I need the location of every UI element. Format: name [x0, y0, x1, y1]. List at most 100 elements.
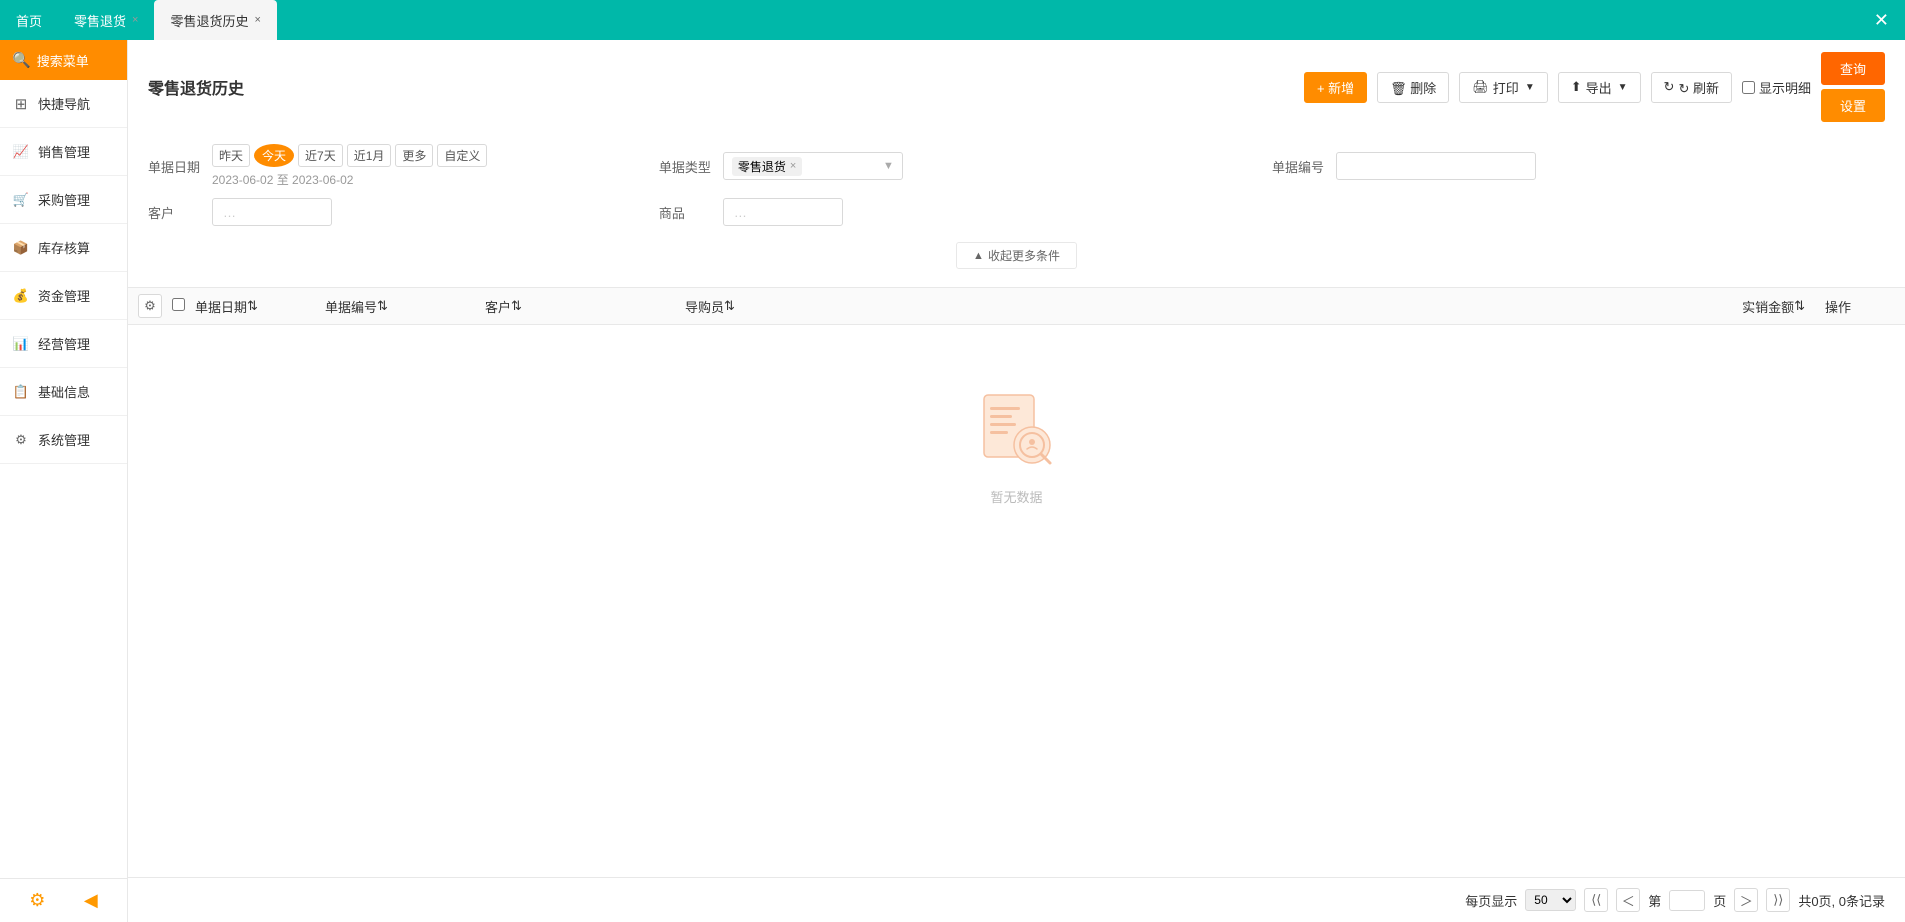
settings-bottom-icon[interactable]: ⚙ [29, 890, 45, 911]
setting-button[interactable]: 设置 [1821, 89, 1885, 122]
quicknav-icon: ⊞ [12, 95, 30, 113]
date-more[interactable]: 更多 [395, 144, 433, 167]
display-detail-checkbox-label: 显示明细 [1742, 78, 1811, 97]
date-1month[interactable]: 近1月 [347, 144, 392, 167]
sidebar-item-purchase[interactable]: 🛒 采购管理 [0, 176, 127, 224]
tab-home-label: 首页 [16, 11, 42, 30]
date-today[interactable]: 今天 [254, 144, 294, 167]
date-range-display: 2023-06-02 至 2023-06-02 [212, 171, 487, 188]
col-guide: 导购员 ⇅ [675, 297, 815, 316]
sidebar-item-finance[interactable]: 💰 资金管理 [0, 272, 127, 320]
tab-retail-return[interactable]: 零售退货 × [58, 0, 154, 40]
main-layout: 🔍 搜索菜单 ⊞ 快捷导航 📈 销售管理 🛒 采购管理 📦 库存核算 💰 [0, 40, 1905, 922]
column-label-area: 单据日期 ⇅ 单据编号 ⇅ 客户 ⇅ 导购员 ⇅ [185, 297, 1895, 316]
window-close-button[interactable]: ✕ [1858, 10, 1905, 31]
date-custom[interactable]: 自定义 [437, 144, 487, 167]
display-detail-label: 显示明细 [1759, 78, 1811, 97]
filter-row-1: 单据日期 昨天 今天 近7天 近1月 更多 自定义 2023-06-02 至 2… [148, 144, 1885, 188]
page-title: 零售退货历史 [148, 75, 244, 99]
date-7days[interactable]: 近7天 [298, 144, 343, 167]
col-date: 单据日期 ⇅ [185, 297, 315, 316]
prev-page-btn[interactable]: ＜ [1616, 888, 1640, 912]
sidebar-item-inventory[interactable]: 📦 库存核算 [0, 224, 127, 272]
sidebar-item-operations-label: 经营管理 [38, 334, 90, 353]
doc-type-label: 单据类型 [659, 157, 715, 176]
customer-placeholder: … [223, 205, 238, 220]
date-filter-label: 单据日期 [148, 157, 204, 176]
refresh-button[interactable]: ↻ ↻ 刷新 [1651, 72, 1732, 103]
system-icon: ⚙ [12, 431, 30, 449]
col-customer-sort[interactable]: ⇅ [511, 298, 522, 314]
sidebar-item-sales[interactable]: 📈 销售管理 [0, 128, 127, 176]
col-date-label: 单据日期 [195, 297, 247, 316]
col-date-sort[interactable]: ⇅ [247, 298, 258, 314]
sidebar-item-finance-label: 资金管理 [38, 286, 90, 305]
refresh-label: ↻ 刷新 [1678, 78, 1719, 97]
doc-type-tag-label: 零售退货 [738, 158, 786, 175]
customer-input[interactable]: … [212, 198, 332, 226]
sidebar-item-operations[interactable]: 📊 经营管理 [0, 320, 127, 368]
topbar: 首页 零售退货 × 零售退货历史 × ✕ [0, 0, 1905, 40]
goods-input[interactable]: … [723, 198, 843, 226]
tab-list: 首页 零售退货 × 零售退货历史 × [0, 0, 1858, 40]
header-actions: + 新增 🗑 删除 🖨 打印▼ ⬆ 导出▼ ↻ ↻ 刷新 显示明细 查询 设置 [1304, 52, 1885, 122]
doc-type-tag-close[interactable]: × [790, 160, 796, 172]
col-guide-sort[interactable]: ⇅ [724, 298, 735, 314]
print-button[interactable]: 🖨 打印▼ [1459, 72, 1547, 103]
col-docno: 单据编号 ⇅ [315, 297, 475, 316]
content-area: 零售退货历史 + 新增 🗑 删除 🖨 打印▼ ⬆ 导出▼ ↻ ↻ 刷新 显示明细 [128, 40, 1905, 922]
tab-home[interactable]: 首页 [0, 0, 58, 40]
sidebar-item-basicinfo-label: 基础信息 [38, 382, 90, 401]
select-all-checkbox[interactable] [172, 298, 185, 311]
col-amount: 实销金额 ⇅ [815, 297, 1815, 316]
sidebar-search[interactable]: 🔍 搜索菜单 [0, 40, 127, 80]
basicinfo-icon: 📋 [12, 383, 30, 401]
sidebar-item-system[interactable]: ⚙ 系统管理 [0, 416, 127, 464]
doc-type-select[interactable]: 零售退货 × ▼ [723, 152, 903, 180]
sidebar: 🔍 搜索菜单 ⊞ 快捷导航 📈 销售管理 🛒 采购管理 📦 库存核算 💰 [0, 40, 128, 922]
export-button[interactable]: ⬆ 导出▼ [1558, 72, 1641, 103]
new-button[interactable]: + 新增 [1304, 72, 1367, 103]
customer-filter-item: 客户 … [148, 198, 659, 226]
collapse-label: 收起更多条件 [988, 247, 1060, 264]
sidebar-bottom: ⚙ ◀ [0, 878, 127, 922]
goods-placeholder: … [734, 205, 749, 220]
next-page-btn[interactable]: ＞ [1734, 888, 1758, 912]
first-page-btn[interactable]: ⟨⟨ [1584, 888, 1608, 912]
table-area: ⚙ 单据日期 ⇅ 单据编号 ⇅ 客户 ⇅ [128, 288, 1905, 877]
table-settings-icon[interactable]: ⚙ [138, 294, 162, 318]
operations-icon: 📊 [12, 335, 30, 353]
query-button[interactable]: 查询 [1821, 52, 1885, 85]
sidebar-item-basicinfo[interactable]: 📋 基础信息 [0, 368, 127, 416]
doc-no-input[interactable] [1336, 152, 1536, 180]
tab-retail-return-history-close[interactable]: × [254, 14, 260, 26]
col-amount-sort[interactable]: ⇅ [1794, 298, 1805, 314]
refresh-icon: ↻ [1664, 79, 1675, 95]
table-toolbar: ⚙ 单据日期 ⇅ 单据编号 ⇅ 客户 ⇅ [128, 288, 1905, 325]
sidebar-item-quicknav[interactable]: ⊞ 快捷导航 [0, 80, 127, 128]
goods-filter-item: 商品 … [659, 198, 1272, 226]
doc-type-filter-item: 单据类型 零售退货 × ▼ [659, 152, 1272, 180]
customer-filter-label: 客户 [148, 203, 204, 222]
page-input[interactable]: 1 [1669, 890, 1705, 911]
doc-type-dropdown-icon: ▼ [883, 160, 894, 172]
empty-state: 暂无数据 [128, 325, 1905, 566]
page-title-row: 零售退货历史 + 新增 🗑 删除 🖨 打印▼ ⬆ 导出▼ ↻ ↻ 刷新 显示明细 [148, 52, 1885, 122]
finance-icon: 💰 [12, 287, 30, 305]
col-docno-label: 单据编号 [325, 297, 377, 316]
pagination-summary: 共0页, 0条记录 [1798, 891, 1885, 910]
delete-button[interactable]: 🗑 删除 [1377, 72, 1449, 103]
tab-retail-return-history[interactable]: 零售退货历史 × [154, 0, 276, 40]
col-docno-sort[interactable]: ⇅ [377, 298, 388, 314]
collapse-button[interactable]: ▲ 收起更多条件 [956, 242, 1077, 269]
sidebar-item-purchase-label: 采购管理 [38, 190, 90, 209]
export-chevron: ▼ [1618, 82, 1628, 93]
per-page-select[interactable]: 20 50 100 200 [1525, 889, 1576, 911]
sidebar-item-system-label: 系统管理 [38, 430, 90, 449]
page-label: 第 [1648, 891, 1661, 910]
tab-retail-return-close[interactable]: × [132, 14, 138, 26]
collapse-sidebar-icon[interactable]: ◀ [84, 890, 98, 911]
display-detail-checkbox[interactable] [1742, 81, 1755, 94]
date-yesterday[interactable]: 昨天 [212, 144, 250, 167]
last-page-btn[interactable]: ⟩⟩ [1766, 888, 1790, 912]
